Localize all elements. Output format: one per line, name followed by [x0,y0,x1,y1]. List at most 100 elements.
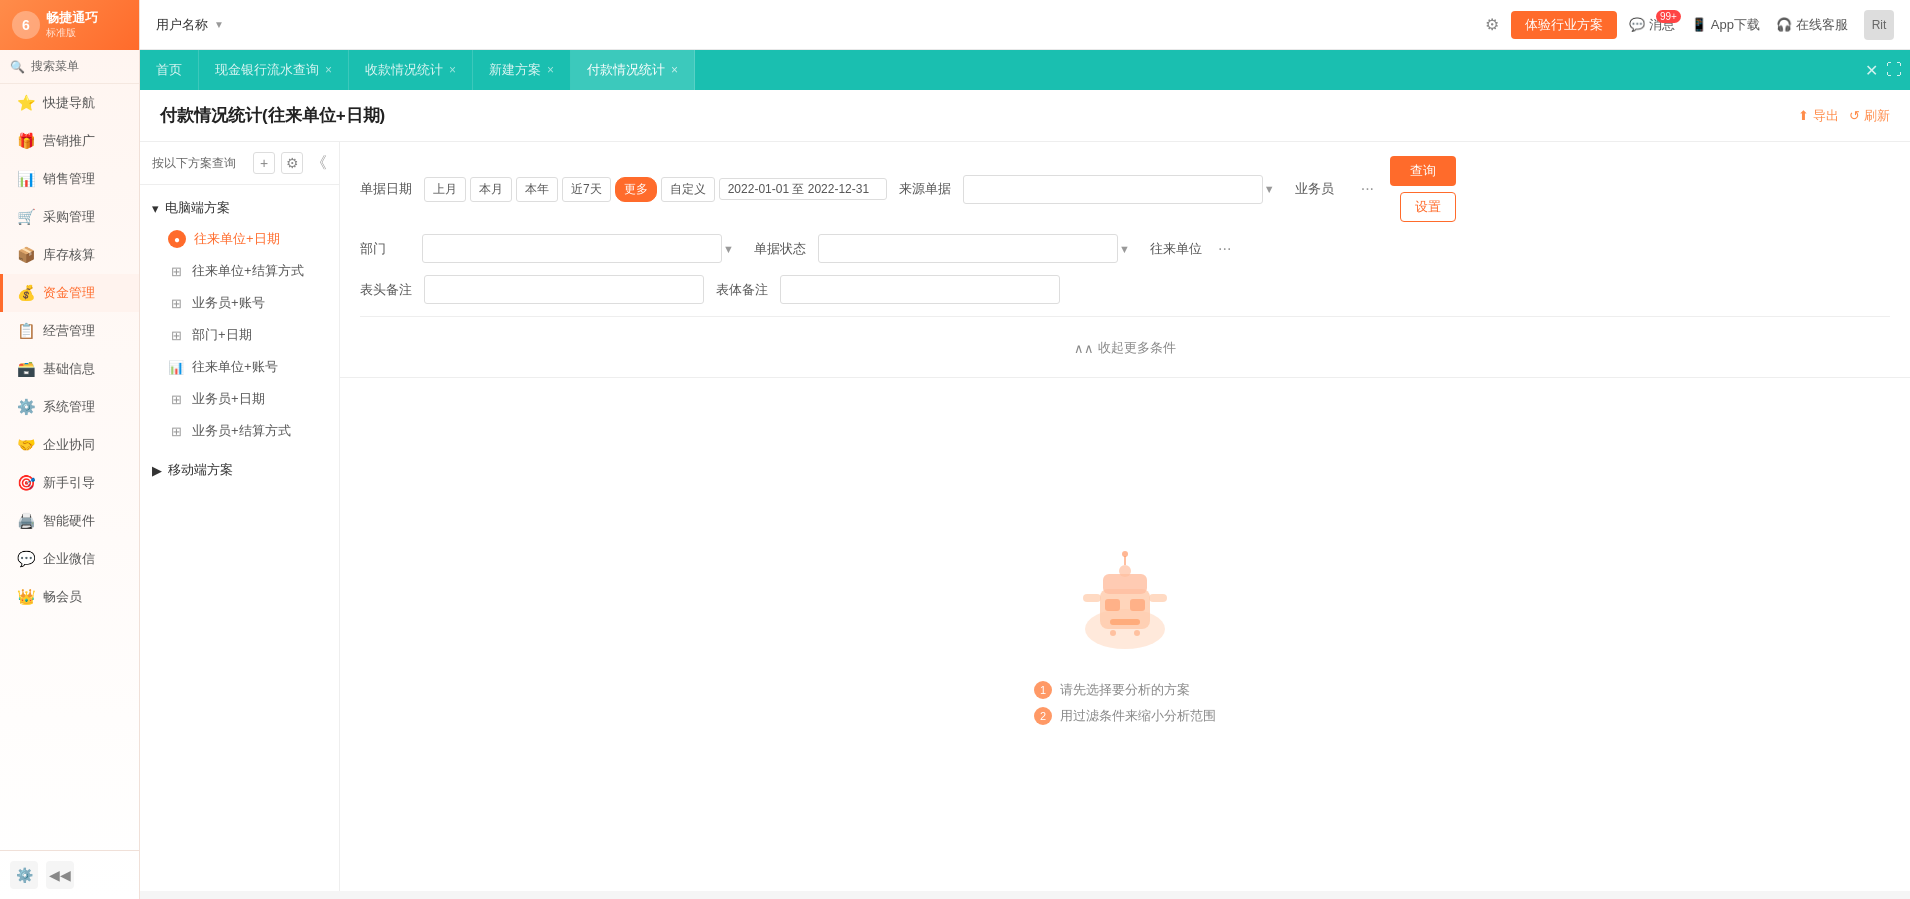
scheme-staff-settle[interactable]: ⊞ 业务员+结算方式 [140,415,339,447]
trial-button[interactable]: 体验行业方案 [1511,11,1617,39]
scheme-dept-date[interactable]: ⊞ 部门+日期 [140,319,339,351]
hint-2: 2 用过滤条件来缩小分析范围 [1034,707,1216,725]
basic-icon: 🗃️ [17,360,35,378]
message-badge: 99+ [1656,10,1681,23]
quick-nav-icon: ⭐ [17,94,35,112]
scheme-unit-date[interactable]: ● 往来单位+日期 [140,223,339,255]
app-download-btn[interactable]: 📱 App下载 [1691,16,1760,34]
settings-footer-btn[interactable]: ⚙️ [10,861,38,889]
svg-point-10 [1134,630,1140,636]
source-select[interactable] [963,175,1263,204]
settings-button[interactable]: 设置 [1400,192,1456,222]
sidebar-item-operation[interactable]: 📋 经营管理 [0,312,139,350]
header-remark-input[interactable] [424,275,704,304]
collapse-filter-btn[interactable]: ∧∧ 收起更多条件 [360,333,1890,363]
tab-cashflow[interactable]: 现金银行流水查询 × [199,50,349,90]
status-arrow-icon: ▼ [1119,243,1130,255]
sidebar-item-capital[interactable]: 💰 资金管理 [0,274,139,312]
tab-new-scheme-close[interactable]: × [547,63,554,77]
page-title: 付款情况统计(往来单位+日期) [160,104,385,127]
tab-new-scheme[interactable]: 新建方案 × [473,50,571,90]
marketing-icon: 🎁 [17,132,35,150]
scheme-staff-account[interactable]: ⊞ 业务员+账号 [140,287,339,319]
filter-row-2: 部门 ▼ 单据状态 ▼ 往来单位 ··· [360,234,1890,263]
svg-point-9 [1110,630,1116,636]
more-date-btn[interactable]: 更多 [615,177,657,202]
collapse-icon: ∧∧ [1074,341,1094,356]
active-scheme-dot: ● [168,230,186,248]
scheme-unit-settle[interactable]: ⊞ 往来单位+结算方式 [140,255,339,287]
unit-ellipsis[interactable]: ··· [1214,240,1235,258]
guide-icon: 🎯 [17,474,35,492]
weixin-icon: 💬 [17,550,35,568]
tab-receipt[interactable]: 收款情况统计 × [349,50,473,90]
right-panel: 单据日期 上月 本月 本年 近7天 更多 自定义 来源单据 [340,142,1910,891]
query-button[interactable]: 查询 [1390,156,1456,186]
sidebar-item-guide[interactable]: 🎯 新手引导 [0,464,139,502]
filter-action-col: 查询 设置 [1390,156,1456,222]
scheme-unit-account[interactable]: 📊 往来单位+账号 [140,351,339,383]
sidebar-search[interactable]: 🔍 搜索菜单 [0,50,139,84]
enterprise-icon: 🤝 [17,436,35,454]
topbar-right: 💬 消息 99+ 📱 App下载 🎧 在线客服 Rit [1629,10,1894,40]
tab-cashflow-close[interactable]: × [325,63,332,77]
status-label: 单据状态 [754,240,806,258]
maximize-btn[interactable]: ⛶ [1886,61,1902,79]
sidebar-item-marketing[interactable]: 🎁 营销推广 [0,122,139,160]
page-header: 付款情况统计(往来单位+日期) ⬆ 导出 ↺ 刷新 [140,90,1910,142]
sidebar-item-system[interactable]: ⚙️ 系统管理 [0,388,139,426]
export-button[interactable]: ⬆ 导出 [1798,107,1839,125]
sidebar-item-inventory[interactable]: 📦 库存核算 [0,236,139,274]
hint-2-num: 2 [1034,707,1052,725]
sidebar-item-member[interactable]: 👑 畅会员 [0,578,139,616]
sidebar-item-enterprise[interactable]: 🤝 企业协同 [0,426,139,464]
sidebar-item-quick-nav[interactable]: ⭐ 快捷导航 [0,84,139,122]
status-select[interactable] [818,234,1118,263]
content-area: 按以下方案查询 + ⚙ 《 ▾ 电脑端方案 ● [140,142,1910,891]
tab-receipt-close[interactable]: × [449,63,456,77]
gear-icon[interactable]: ⚙ [1485,15,1499,34]
export-icon: ⬆ [1798,108,1809,123]
last-month-btn[interactable]: 上月 [424,177,466,202]
sidebar-item-basic[interactable]: 🗃️ 基础信息 [0,350,139,388]
sidebar-item-sales[interactable]: 📊 销售管理 [0,160,139,198]
this-year-btn[interactable]: 本年 [516,177,558,202]
staff-ellipsis[interactable]: ··· [1357,180,1378,198]
user-dropdown-icon[interactable]: ▼ [214,19,224,30]
date-quick-btns: 上月 本月 本年 近7天 更多 自定义 [424,177,887,202]
sidebar-item-hardware[interactable]: 🖨️ 智能硬件 [0,502,139,540]
collapse-sidebar-btn[interactable]: ◀◀ [46,861,74,889]
mobile-section-header[interactable]: ▶ 移动端方案 [140,455,339,485]
this-month-btn[interactable]: 本月 [470,177,512,202]
collapse-panel-btn[interactable]: 《 [311,153,327,174]
date-range-input[interactable] [719,178,887,200]
dept-select[interactable] [422,234,722,263]
user-avatar[interactable]: Rit [1864,10,1894,40]
desktop-section-header[interactable]: ▾ 电脑端方案 [140,193,339,223]
scheme-staff-date[interactable]: ⊞ 业务员+日期 [140,383,339,415]
tab-payment-close[interactable]: × [671,63,678,77]
empty-illustration [1065,544,1185,667]
date-label: 单据日期 [360,180,412,198]
settings-scheme-btn[interactable]: ⚙ [281,152,303,174]
message-btn[interactable]: 💬 消息 99+ [1629,16,1675,34]
body-remark-input[interactable] [780,275,1060,304]
online-service-btn[interactable]: 🎧 在线客服 [1776,16,1848,34]
last-7days-btn[interactable]: 近7天 [562,177,611,202]
add-scheme-btn[interactable]: + [253,152,275,174]
page-content: 付款情况统计(往来单位+日期) ⬆ 导出 ↺ 刷新 按以下方案查询 + [140,90,1910,899]
logo-icon: 6 [12,11,40,39]
svg-point-12 [1122,551,1128,557]
custom-date-btn[interactable]: 自定义 [661,177,715,202]
close-all-tabs-btn[interactable]: ✕ [1865,61,1878,80]
system-icon: ⚙️ [17,398,35,416]
body-remark-label: 表体备注 [716,281,768,299]
refresh-button[interactable]: ↺ 刷新 [1849,107,1890,125]
tab-payment[interactable]: 付款情况统计 × [571,50,695,90]
tab-home[interactable]: 首页 [140,50,199,90]
sidebar-item-weixin[interactable]: 💬 企业微信 [0,540,139,578]
dept-arrow-icon: ▼ [723,243,734,255]
sidebar-item-purchase[interactable]: 🛒 采购管理 [0,198,139,236]
inventory-icon: 📦 [17,246,35,264]
refresh-icon: ↺ [1849,108,1860,123]
